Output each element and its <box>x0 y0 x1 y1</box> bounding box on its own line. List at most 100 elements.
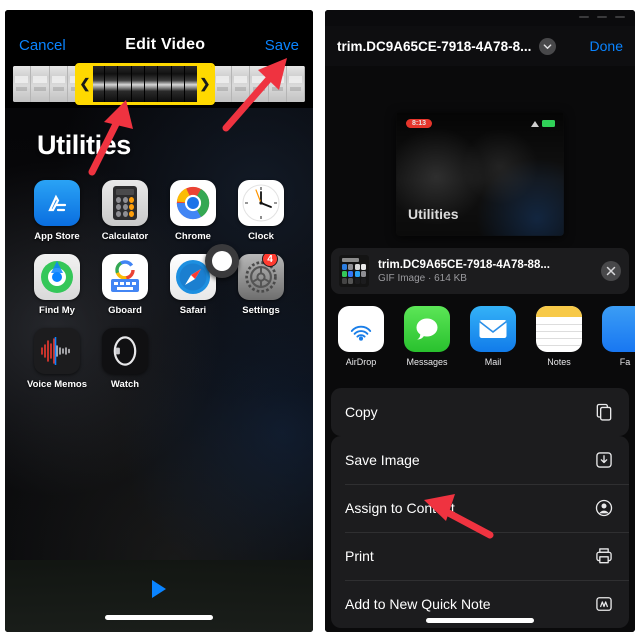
trim-handle-right[interactable]: ❯ <box>197 66 213 102</box>
notes-icon <box>536 306 582 352</box>
trim-selection-frames <box>78 66 212 102</box>
preview-folder-title: Utilities <box>408 206 459 222</box>
app-icon-app-store[interactable]: App Store <box>23 180 91 242</box>
app-grid: App Store Calculator Chrome Clock Find M… <box>23 180 295 402</box>
page-title: Edit Video <box>125 36 206 53</box>
quicklook-navbar: trim.DC9A65CE-7918-4A78-8... Done <box>325 26 635 66</box>
app-icon-chrome[interactable]: Chrome <box>159 180 227 242</box>
facebook-icon <box>602 306 635 352</box>
save-button[interactable]: Save <box>265 37 299 54</box>
app-label: App Store <box>34 231 80 242</box>
video-trimmer[interactable]: ❮ ❯ <box>13 63 305 105</box>
trim-handle-left[interactable]: ❮ <box>77 66 93 102</box>
action-row-save-image[interactable]: Save Image <box>331 436 629 484</box>
share-target-facebook[interactable]: Fa <box>599 306 635 367</box>
app-label: Voice Memos <box>26 379 87 390</box>
wifi-icon <box>531 120 539 127</box>
filmstrip-frame <box>49 66 68 102</box>
battery-icon <box>542 120 555 127</box>
action-row-assign-to-contact[interactable]: Assign to Contact <box>331 484 629 532</box>
clock-icon <box>238 180 284 226</box>
action-row-copy[interactable]: Copy <box>331 388 629 436</box>
shared-file-row[interactable]: trim.DC9A65CE-7918-4A78-88... GIF Image … <box>331 248 629 294</box>
airdrop-icon <box>338 306 384 352</box>
video-content-area: Utilities App Store Calculator Chrome Cl… <box>5 108 313 632</box>
app-icon-gboard[interactable]: Gboard <box>91 254 159 316</box>
calculator-icon <box>102 180 148 226</box>
file-title: trim.DC9A65CE-7918-4A78-8... <box>337 38 532 54</box>
home-indicator <box>105 615 213 620</box>
trim-frame <box>91 66 105 102</box>
chevron-down-icon[interactable] <box>539 37 557 55</box>
save-image-icon <box>593 449 615 471</box>
left-phone-panel: Cancel Edit Video Save ❮ ❯ Utilities App… <box>5 10 313 632</box>
share-target-label: Messages <box>406 357 448 367</box>
mail-icon <box>470 306 516 352</box>
trim-frame <box>104 66 119 102</box>
app-icon-calculator[interactable]: Calculator <box>91 180 159 242</box>
home-indicator <box>426 618 534 623</box>
filmstrip-frame <box>31 66 50 102</box>
share-targets-row[interactable]: AirDrop Messages Mail Notes Fa <box>325 306 635 382</box>
folder-title: Utilities <box>37 130 131 160</box>
filmstrip-frame <box>286 66 305 102</box>
messages-icon <box>404 306 450 352</box>
screenshot-stage: Cancel Edit Video Save ❮ ❯ Utilities App… <box>0 0 640 640</box>
app-label: Safari <box>179 305 207 316</box>
app-label: Calculator <box>101 231 149 242</box>
trim-frame <box>118 66 132 102</box>
file-meta: trim.DC9A65CE-7918-4A78-88... GIF Image … <box>378 259 592 284</box>
filmstrip-frame <box>232 66 251 102</box>
action-label: Add to New Quick Note <box>345 596 491 612</box>
app-label: Find My <box>39 305 75 316</box>
filmstrip-frame <box>213 66 232 102</box>
edit-video-navbar: Cancel Edit Video Save <box>5 24 313 66</box>
share-target-messages[interactable]: Messages <box>401 306 453 367</box>
action-row-print[interactable]: Print <box>331 532 629 580</box>
app-label: Gboard <box>108 305 142 316</box>
action-group-main: Save Image Assign to Contact Print Add t… <box>331 436 629 628</box>
app-icon-voice-memos[interactable]: Voice Memos <box>23 328 91 390</box>
play-icon[interactable] <box>152 580 166 598</box>
trim-selection[interactable]: ❮ ❯ <box>75 63 215 105</box>
recording-time-pill: 8:13 <box>406 119 433 128</box>
trim-frame <box>145 66 159 102</box>
action-label: Print <box>345 548 374 564</box>
filmstrip-frame <box>268 66 287 102</box>
find-my-icon <box>34 254 80 300</box>
file-subtitle: GIF Image · 614 KB <box>378 272 467 284</box>
copy-icon <box>593 401 615 423</box>
trim-frame <box>171 66 186 102</box>
close-icon[interactable] <box>601 261 621 281</box>
app-icon-clock[interactable]: Clock <box>227 180 295 242</box>
app-icon-watch[interactable]: Watch <box>91 328 159 390</box>
done-button[interactable]: Done <box>590 38 623 54</box>
voice-memos-icon <box>34 328 80 374</box>
file-name: trim.DC9A65CE-7918-4A78-88... <box>378 258 550 271</box>
app-icon-find-my[interactable]: Find My <box>23 254 91 316</box>
print-icon <box>593 545 615 567</box>
app-store-icon <box>34 180 80 226</box>
status-indicators <box>579 16 625 18</box>
cancel-button[interactable]: Cancel <box>19 37 66 54</box>
app-label: Chrome <box>175 231 211 242</box>
settings-icon: 4 <box>238 254 284 300</box>
filmstrip-frame <box>250 66 269 102</box>
action-label: Copy <box>345 404 378 420</box>
share-target-notes[interactable]: Notes <box>533 306 585 367</box>
share-target-label: AirDrop <box>345 357 377 367</box>
preview-thumbnail[interactable]: 8:13 Utilities <box>396 112 564 236</box>
share-target-airdrop[interactable]: AirDrop <box>335 306 387 367</box>
right-phone-panel: trim.DC9A65CE-7918-4A78-8... Done 8:13 U… <box>325 10 635 632</box>
preview-status-icons <box>531 120 555 127</box>
screen-recording-cursor-icon <box>205 244 239 278</box>
gboard-icon <box>102 254 148 300</box>
app-label: Settings <box>242 305 280 316</box>
trim-frame <box>158 66 172 102</box>
action-label: Assign to Contact <box>345 500 455 516</box>
share-target-label: Mail <box>484 357 502 367</box>
quick-note-icon <box>593 593 615 615</box>
watch-icon <box>102 328 148 374</box>
share-target-mail[interactable]: Mail <box>467 306 519 367</box>
filmstrip-frame <box>13 66 32 102</box>
